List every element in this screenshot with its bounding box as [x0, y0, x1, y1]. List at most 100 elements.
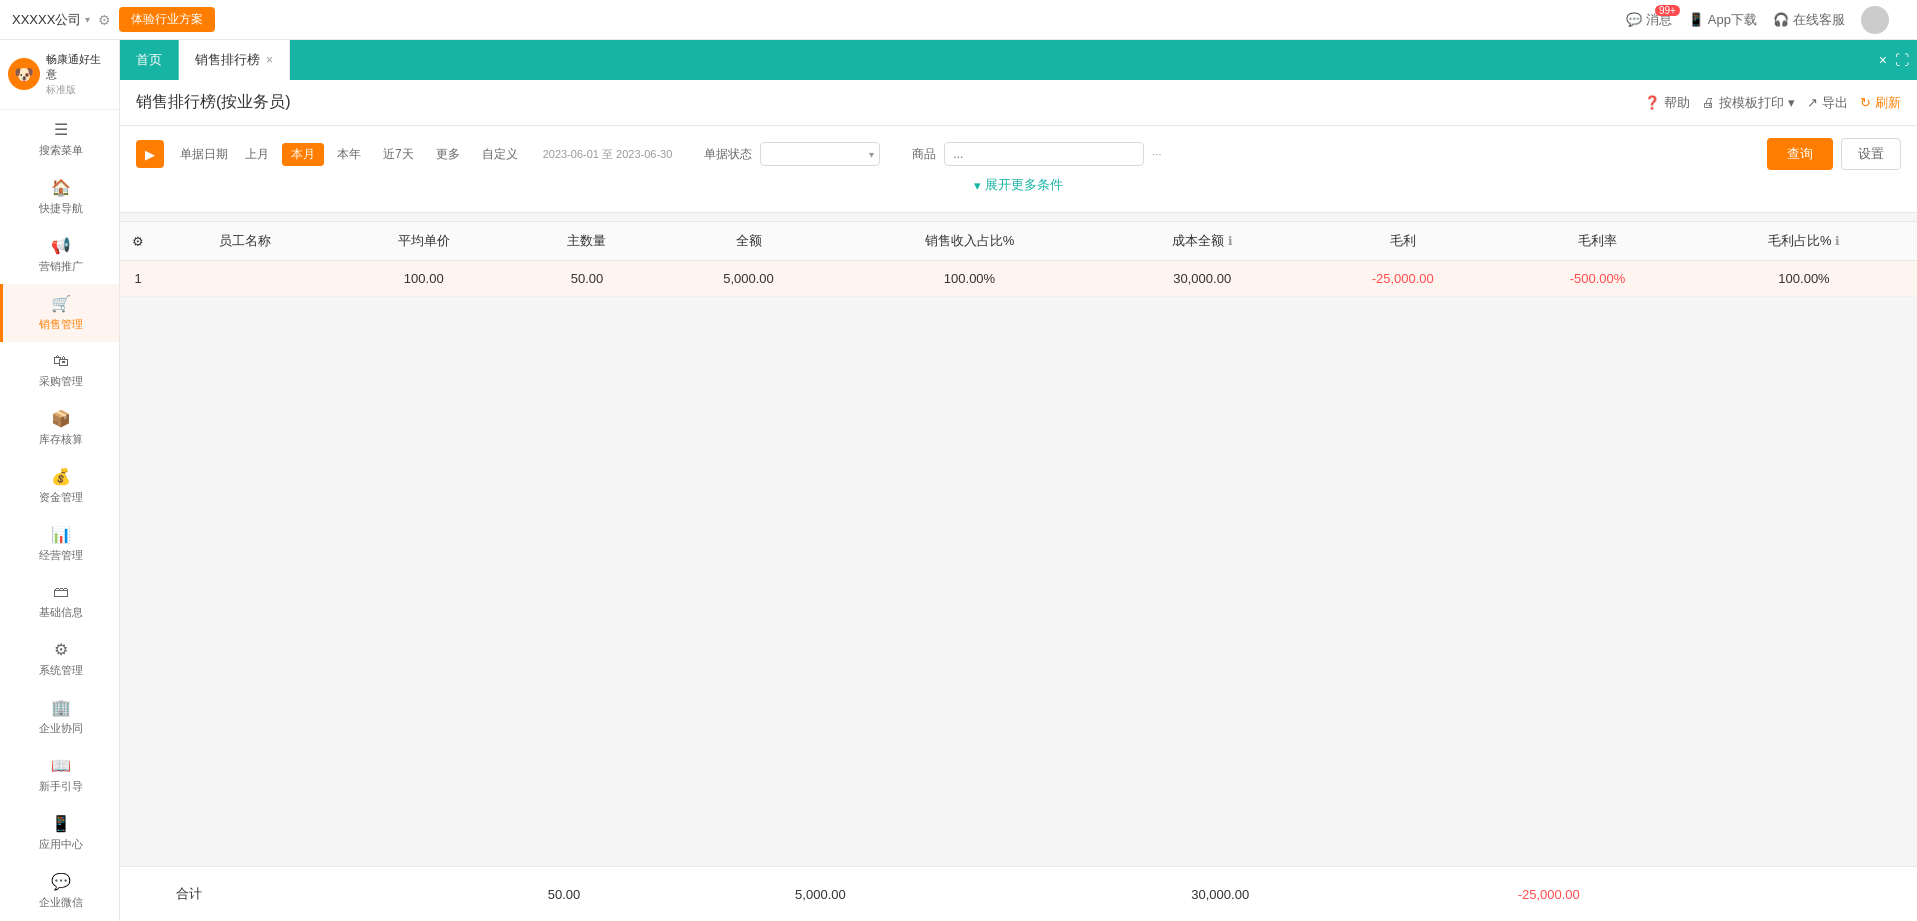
template-print-button[interactable]: 🖨 按模板打印 ▾ — [1702, 94, 1795, 112]
sidebar-label-wechat: 企业微信 — [39, 895, 83, 910]
footer-amount: 5,000.00 — [675, 877, 967, 911]
tab-home[interactable]: 首页 — [120, 40, 179, 80]
export-button[interactable]: ↗ 导出 — [1807, 94, 1848, 112]
content-area: 首页 销售排行榜 × × ⛶ 销售排行榜(按业务员) ❓ 帮助 🖨 按模板打印 — [120, 40, 1917, 921]
basic-info-icon: 🗃 — [53, 583, 69, 601]
app-center-icon: 📱 — [51, 814, 71, 833]
refresh-icon: ↻ — [1860, 95, 1871, 110]
sidebar-label-inventory: 库存核算 — [39, 432, 83, 447]
tab-bar: 首页 销售排行榜 × × ⛶ — [120, 40, 1917, 80]
col-sales-ratio: 销售收入占比% — [836, 222, 1103, 261]
company-selector[interactable]: XXXXX公司 ▾ — [12, 11, 90, 29]
sidebar-item-basic-info[interactable]: 🗃 基础信息 — [0, 573, 119, 630]
sidebar-item-sales[interactable]: 🛒 销售管理 — [0, 284, 119, 342]
filter-action-btns: 查询 设置 — [1767, 138, 1901, 170]
sidebar-item-operations[interactable]: 📊 经营管理 — [0, 515, 119, 573]
filter-row: ▶ 单据日期 上月 本月 本年 近7天 更多 自定义 2023-06-01 至 … — [136, 138, 1901, 170]
sidebar-item-enterprise[interactable]: 🏢 企业协同 — [0, 688, 119, 746]
sidebar: 🐶 畅康通好生意 标准版 ☰ 搜索菜单 🏠 快捷导航 📢 营销推广 🛒 销售管理… — [0, 40, 120, 921]
cell-profit-rate: -500.00% — [1504, 261, 1691, 297]
sidebar-item-quick-nav[interactable]: 🏠 快捷导航 — [0, 168, 119, 226]
sidebar-item-system[interactable]: ⚙ 系统管理 — [0, 630, 119, 688]
col-profit: 毛利 — [1302, 222, 1504, 261]
app-download-button[interactable]: 📱 App下载 — [1688, 11, 1757, 29]
status-label: 单据状态 — [704, 146, 752, 163]
main-layout: 🐶 畅康通好生意 标准版 ☰ 搜索菜单 🏠 快捷导航 📢 营销推广 🛒 销售管理… — [0, 40, 1917, 921]
date-btn-last-month[interactable]: 上月 — [236, 143, 278, 166]
message-button[interactable]: 💬 消息 99+ — [1626, 11, 1672, 29]
sidebar-label-quick-nav: 快捷导航 — [39, 201, 83, 216]
filter-arrow[interactable]: ▶ — [136, 140, 164, 168]
home-icon: 🏠 — [51, 178, 71, 197]
date-btn-more[interactable]: 更多 — [427, 143, 469, 166]
date-btn-7days[interactable]: 近7天 — [374, 143, 423, 166]
status-select[interactable] — [760, 142, 880, 166]
page-header: 销售排行榜(按业务员) ❓ 帮助 🖨 按模板打印 ▾ ↗ 导出 ↻ 刷新 — [120, 80, 1917, 126]
footer-empty-rank — [132, 877, 164, 911]
sidebar-item-marketing[interactable]: 📢 营销推广 — [0, 226, 119, 284]
sales-icon: 🛒 — [51, 294, 71, 313]
col-profit-rate: 毛利率 — [1504, 222, 1691, 261]
sidebar-item-wechat[interactable]: 💬 企业微信 — [0, 862, 119, 920]
settings-icon[interactable]: ⚙ — [98, 12, 111, 28]
sidebar-label-enterprise: 企业协同 — [39, 721, 83, 736]
sidebar-item-app-center[interactable]: 📱 应用中心 — [0, 804, 119, 862]
online-service-button[interactable]: 🎧 在线客服 — [1773, 11, 1845, 29]
search-order-icon: ☰ — [54, 120, 68, 139]
col-settings[interactable]: ⚙ — [120, 222, 156, 261]
sidebar-label-sales: 销售管理 — [39, 317, 83, 332]
goods-more-icon[interactable]: ··· — [1152, 148, 1161, 160]
page-title: 销售排行榜(按业务员) — [136, 92, 291, 113]
expand-more-button[interactable]: ▾ 展开更多条件 — [974, 176, 1063, 194]
column-settings-icon[interactable]: ⚙ — [132, 234, 144, 249]
date-label: 单据日期 — [180, 146, 228, 163]
footer-table: 合计 50.00 5,000.00 30,000.00 -25,000.00 — [132, 877, 1905, 911]
sidebar-label-search-order: 搜索菜单 — [39, 143, 83, 158]
sidebar-item-purchase[interactable]: 🛍 采购管理 — [0, 342, 119, 399]
print-chevron-icon: ▾ — [1788, 95, 1795, 110]
col-cost: 成本全额 ℹ — [1103, 222, 1302, 261]
maximize-icon[interactable]: ⛶ — [1895, 52, 1909, 68]
avatar[interactable] — [1861, 6, 1889, 34]
table-area: ⚙ 员工名称 平均单价 主数量 全额 销售收入占比% 成本全额 ℹ 毛利 毛利率 — [120, 213, 1917, 866]
tab-label: 销售排行榜 — [195, 51, 260, 69]
query-button[interactable]: 查询 — [1767, 138, 1833, 170]
cell-profit: -25,000.00 — [1302, 261, 1504, 297]
system-icon: ⚙ — [54, 640, 68, 659]
tab-close-icon[interactable]: × — [266, 53, 273, 67]
refresh-button[interactable]: ↻ 刷新 — [1860, 94, 1901, 112]
footer-profit-ratio — [1811, 877, 1905, 911]
help-button[interactable]: ❓ 帮助 — [1644, 94, 1690, 112]
filter-settings-button[interactable]: 设置 — [1841, 138, 1901, 170]
footer-sales-ratio — [966, 877, 1060, 911]
goods-input[interactable] — [944, 142, 1144, 166]
close-window-icon[interactable]: × — [1879, 52, 1887, 68]
trial-button[interactable]: 体验行业方案 — [119, 7, 215, 32]
cost-info-icon[interactable]: ℹ — [1228, 234, 1233, 248]
sidebar-item-finance[interactable]: 💰 资金管理 — [0, 457, 119, 515]
expand-icon: ▾ — [974, 178, 981, 193]
date-btn-current-month[interactable]: 本月 — [282, 143, 324, 166]
filter-area: ▶ 单据日期 上月 本月 本年 近7天 更多 自定义 2023-06-01 至 … — [120, 126, 1917, 213]
headset-icon: 🎧 — [1773, 12, 1789, 27]
profit-ratio-info-icon[interactable]: ℹ — [1835, 234, 1840, 248]
cell-cost: 30,000.00 — [1103, 261, 1302, 297]
top-right-actions: 💬 消息 99+ 📱 App下载 🎧 在线客服 — [1626, 6, 1905, 34]
tab-bar-right: × ⛶ — [1879, 52, 1917, 68]
date-btn-custom[interactable]: 自定义 — [473, 143, 527, 166]
table-footer: 合计 50.00 5,000.00 30,000.00 -25,000.00 — [120, 866, 1917, 921]
operations-icon: 📊 — [51, 525, 71, 544]
help-icon: ❓ — [1644, 95, 1660, 110]
sidebar-item-search-order[interactable]: ☰ 搜索菜单 — [0, 110, 119, 168]
sidebar-item-guide[interactable]: 📖 新手引导 — [0, 746, 119, 804]
megaphone-icon: 📢 — [51, 236, 71, 255]
date-btn-year[interactable]: 本年 — [328, 143, 370, 166]
cell-sales-ratio: 100.00% — [836, 261, 1103, 297]
date-filter: 单据日期 上月 本月 本年 近7天 更多 自定义 — [180, 143, 527, 166]
footer-profit: -25,000.00 — [1380, 877, 1717, 911]
tab-sales-ranking[interactable]: 销售排行榜 × — [179, 40, 290, 80]
sidebar-item-inventory[interactable]: 📦 库存核算 — [0, 399, 119, 457]
date-range-text: 2023-06-01 至 2023-06-30 — [543, 147, 673, 162]
footer-cost: 30,000.00 — [1060, 877, 1380, 911]
footer-label: 合计 — [164, 877, 360, 911]
